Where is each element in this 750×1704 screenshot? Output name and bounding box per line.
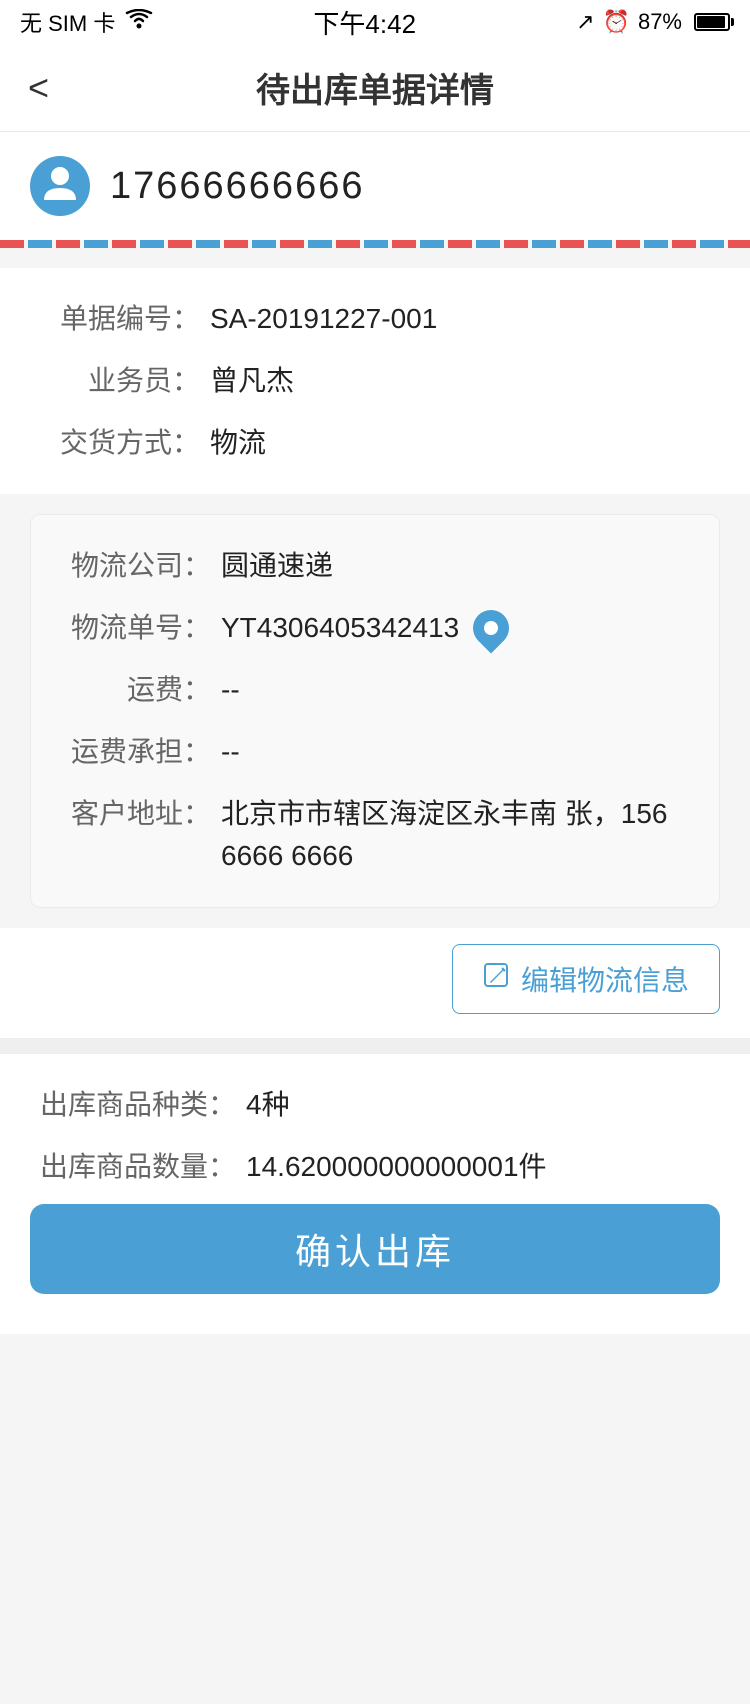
edit-btn-container: 编辑物流信息 (0, 928, 750, 1038)
order-info-section: 单据编号： SA-20191227-001 业务员： 曾凡杰 交货方式： 物流 (0, 268, 750, 494)
tracking-label: 物流单号： (61, 607, 211, 649)
freight-bear-label: 运费承担： (61, 731, 211, 773)
goods-types-row: 出库商品种类： 4种 (40, 1084, 710, 1126)
order-number-label: 单据编号： (40, 298, 200, 340)
avatar (30, 156, 90, 216)
status-left: 无 SIM 卡 (20, 6, 153, 38)
delivery-label: 交货方式： (40, 422, 200, 464)
goods-quantity-row: 出库商品数量： 14.620000000000001件 (40, 1146, 710, 1188)
person-icon (40, 162, 80, 210)
nav-bar: < 待出库单据详情 (0, 44, 750, 132)
goods-types-value: 4种 (246, 1084, 710, 1126)
status-time: 下午4:42 (313, 4, 416, 41)
edit-logistics-label: 编辑物流信息 (521, 959, 689, 999)
order-number-row: 单据编号： SA-20191227-001 (40, 298, 710, 340)
freight-bear-row: 运费承担： -- (61, 731, 689, 773)
edit-logistics-button[interactable]: 编辑物流信息 (452, 944, 720, 1014)
confirm-btn-wrapper: 确认出库 (0, 1184, 750, 1334)
salesman-value: 曾凡杰 (210, 360, 710, 402)
logistics-company-value: 圆通速递 (221, 545, 689, 587)
empty-area (0, 1334, 750, 1534)
freight-row: 运费： -- (61, 669, 689, 711)
edit-icon (483, 962, 511, 997)
battery-icon (694, 13, 730, 31)
status-right: ↗ ⏰ 87% (576, 9, 730, 35)
location-pin-icon[interactable] (466, 603, 517, 654)
battery-percent: 87% (638, 9, 682, 35)
delivery-row: 交货方式： 物流 (40, 422, 710, 464)
salesman-row: 业务员： 曾凡杰 (40, 360, 710, 402)
tracking-value: YT4306405342413 (221, 607, 689, 649)
user-phone: 17666666666 (110, 165, 364, 208)
order-number-value: SA-20191227-001 (210, 298, 710, 340)
carrier-label: 无 SIM 卡 (20, 6, 115, 38)
wifi-icon (125, 9, 153, 35)
goods-quantity-value: 14.620000000000001件 (246, 1146, 710, 1188)
status-bar: 无 SIM 卡 下午4:42 ↗ ⏰ 87% (0, 0, 750, 44)
address-row: 客户地址： 北京市市辖区海淀区永丰南 张，156 6666 6666 (61, 793, 689, 877)
address-label: 客户地址： (61, 793, 211, 835)
freight-label: 运费： (61, 669, 211, 711)
freight-bear-value: -- (221, 731, 689, 773)
location-active-icon: ↗ (576, 9, 594, 35)
logistics-card: 物流公司： 圆通速递 物流单号： YT4306405342413 运费： -- … (30, 514, 720, 908)
tracking-row: 物流单号： YT4306405342413 (61, 607, 689, 649)
back-button[interactable]: < (28, 67, 49, 109)
delivery-value: 物流 (210, 422, 710, 464)
address-value: 北京市市辖区海淀区永丰南 张，156 6666 6666 (221, 793, 689, 877)
alarm-icon: ⏰ (603, 9, 630, 35)
salesman-label: 业务员： (40, 360, 200, 402)
dashed-divider (0, 240, 750, 248)
goods-types-label: 出库商品种类： (40, 1084, 236, 1126)
confirm-outbound-button[interactable]: 确认出库 (30, 1204, 720, 1294)
user-header: 17666666666 (0, 132, 750, 240)
page-title: 待出库单据详情 (256, 63, 494, 112)
logistics-company-row: 物流公司： 圆通速递 (61, 545, 689, 587)
logistics-company-label: 物流公司： (61, 545, 211, 587)
freight-value: -- (221, 669, 689, 711)
section-separator (0, 1038, 750, 1054)
goods-quantity-label: 出库商品数量： (40, 1146, 236, 1188)
